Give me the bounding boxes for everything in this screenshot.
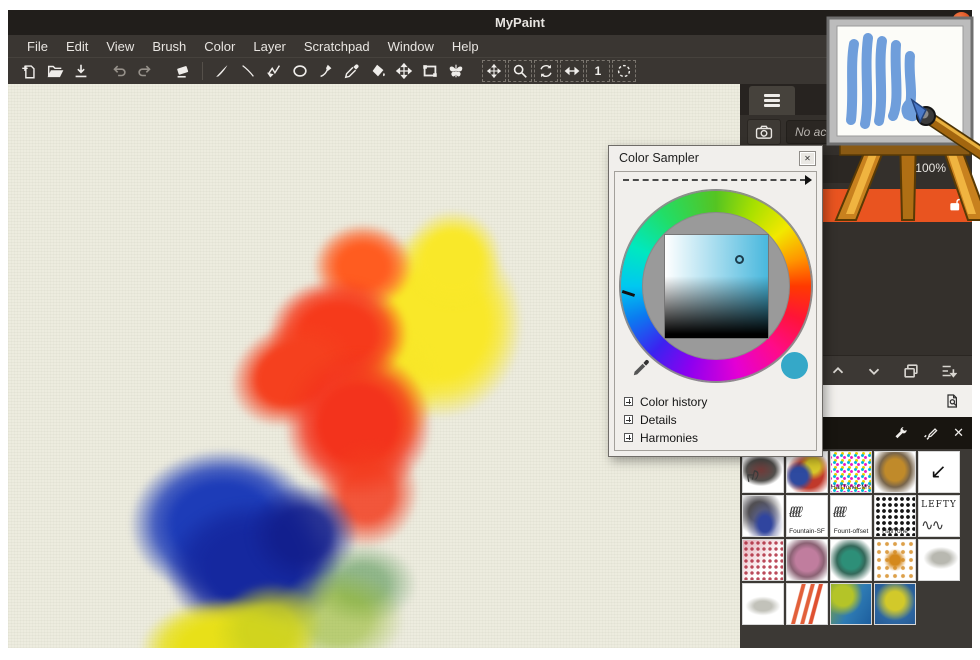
mirror-view-icon[interactable] bbox=[560, 60, 584, 82]
brush-tile[interactable] bbox=[874, 451, 916, 493]
brush-tile[interactable]: LEFTY ∿∿ bbox=[918, 495, 960, 537]
brush-tile[interactable] bbox=[786, 539, 828, 581]
redo-icon[interactable] bbox=[133, 60, 157, 82]
background-properties-icon[interactable] bbox=[944, 393, 960, 409]
dock-tab-menu[interactable] bbox=[749, 86, 795, 115]
brush-reload-icon[interactable] bbox=[923, 425, 939, 441]
menu-file[interactable]: File bbox=[18, 37, 57, 56]
menu-layer[interactable]: Layer bbox=[244, 37, 295, 56]
rotate-view-icon[interactable] bbox=[534, 60, 558, 82]
color-sampler-body: Color history Details Harmonies bbox=[614, 171, 817, 451]
current-color-swatch[interactable] bbox=[781, 352, 808, 379]
menu-color[interactable]: Color bbox=[195, 37, 244, 56]
app-window: MyPaint ✕ File Edit View Brush Color Lay… bbox=[8, 10, 980, 648]
color-sampler-close-button[interactable]: ✕ bbox=[799, 150, 816, 166]
pointer-brush-icon: ↙ bbox=[930, 461, 947, 483]
color-sampler-dialog: Color Sampler ✕ Color history Details Ha… bbox=[608, 145, 823, 457]
line-tool-icon[interactable] bbox=[236, 60, 260, 82]
fit-view-icon[interactable] bbox=[612, 60, 636, 82]
inking-tool-icon[interactable] bbox=[314, 60, 338, 82]
sv-selection-marker[interactable] bbox=[735, 255, 744, 264]
menu-edit[interactable]: Edit bbox=[57, 37, 97, 56]
plus-box-icon bbox=[624, 415, 633, 424]
brush-panel-close-icon[interactable]: ✕ bbox=[953, 425, 964, 441]
mypaint-easel-graphic bbox=[826, 16, 980, 221]
brush-tile[interactable] bbox=[742, 495, 784, 537]
save-file-icon[interactable] bbox=[69, 60, 93, 82]
collapsed-slider[interactable] bbox=[623, 175, 812, 185]
zoom-view-icon[interactable] bbox=[508, 60, 532, 82]
eyedropper-icon[interactable] bbox=[631, 358, 651, 378]
eraser-icon[interactable] bbox=[171, 60, 195, 82]
menu-window[interactable]: Window bbox=[379, 37, 443, 56]
saturation-value-square[interactable] bbox=[665, 235, 768, 338]
expander-color-history[interactable]: Color history bbox=[624, 393, 707, 410]
brush-tile[interactable]: HalfToneCMY bbox=[830, 451, 872, 493]
brush-grid: ᡕᡕ HalfToneCMY ↙ ℓℓℓℓ Fountain-SF ℓℓℓℓ Fou… bbox=[740, 449, 972, 648]
brush-tile[interactable] bbox=[830, 583, 872, 625]
duplicate-layer-icon[interactable] bbox=[899, 360, 923, 382]
brush-tile[interactable] bbox=[830, 539, 872, 581]
open-file-icon[interactable] bbox=[43, 60, 67, 82]
window-title: MyPaint bbox=[494, 15, 545, 30]
undo-icon[interactable] bbox=[107, 60, 131, 82]
color-sampler-title: Color Sampler bbox=[619, 151, 699, 165]
reset-zoom-label: 1 bbox=[594, 64, 602, 78]
camera-icon[interactable] bbox=[747, 119, 781, 145]
expander-harmonies[interactable]: Harmonies bbox=[624, 429, 698, 446]
edit-frame-icon[interactable] bbox=[418, 60, 442, 82]
color-sampler-titlebar[interactable]: Color Sampler ✕ bbox=[609, 146, 822, 170]
brush-tile[interactable] bbox=[786, 583, 828, 625]
brush-tile[interactable] bbox=[918, 539, 960, 581]
new-file-icon[interactable] bbox=[17, 60, 41, 82]
hamburger-icon bbox=[764, 92, 780, 110]
brush-tile[interactable] bbox=[874, 539, 916, 581]
lower-layer-icon[interactable] bbox=[862, 360, 886, 382]
brush-tile[interactable] bbox=[874, 583, 916, 625]
wrench-icon[interactable] bbox=[894, 426, 909, 441]
color-picker-icon[interactable] bbox=[340, 60, 364, 82]
brush-tile[interactable]: HalfTone bbox=[874, 495, 916, 537]
merge-layer-icon[interactable] bbox=[936, 360, 960, 382]
reset-zoom-button[interactable]: 1 bbox=[586, 60, 610, 82]
raise-layer-icon[interactable] bbox=[826, 360, 850, 382]
freehand-brush-icon[interactable] bbox=[210, 60, 234, 82]
connected-lines-icon[interactable] bbox=[262, 60, 286, 82]
menu-scratchpad[interactable]: Scratchpad bbox=[295, 37, 379, 56]
move-layer-icon[interactable] bbox=[392, 60, 416, 82]
brush-tile[interactable]: ℓℓℓℓ Fount-offset bbox=[830, 495, 872, 537]
menu-help[interactable]: Help bbox=[443, 37, 488, 56]
hsv-color-wheel[interactable] bbox=[620, 190, 812, 382]
brush-tile[interactable] bbox=[786, 451, 828, 493]
ellipse-tool-icon[interactable] bbox=[288, 60, 312, 82]
flood-fill-icon[interactable] bbox=[366, 60, 390, 82]
plus-box-icon bbox=[624, 433, 633, 442]
brush-tile[interactable] bbox=[742, 583, 784, 625]
brush-tile[interactable] bbox=[742, 539, 784, 581]
symmetry-icon[interactable] bbox=[444, 60, 468, 82]
menu-view[interactable]: View bbox=[97, 37, 143, 56]
brush-tile[interactable]: ℓℓℓℓ Fountain-SF bbox=[786, 495, 828, 537]
pan-view-icon[interactable] bbox=[482, 60, 506, 82]
menu-brush[interactable]: Brush bbox=[143, 37, 195, 56]
brush-tile[interactable]: ᡕᡕ bbox=[742, 451, 784, 493]
expander-details[interactable]: Details bbox=[624, 411, 677, 428]
plus-box-icon bbox=[624, 397, 633, 406]
brush-tile[interactable]: ↙ bbox=[918, 451, 960, 493]
slider-arrow-icon bbox=[805, 175, 812, 185]
